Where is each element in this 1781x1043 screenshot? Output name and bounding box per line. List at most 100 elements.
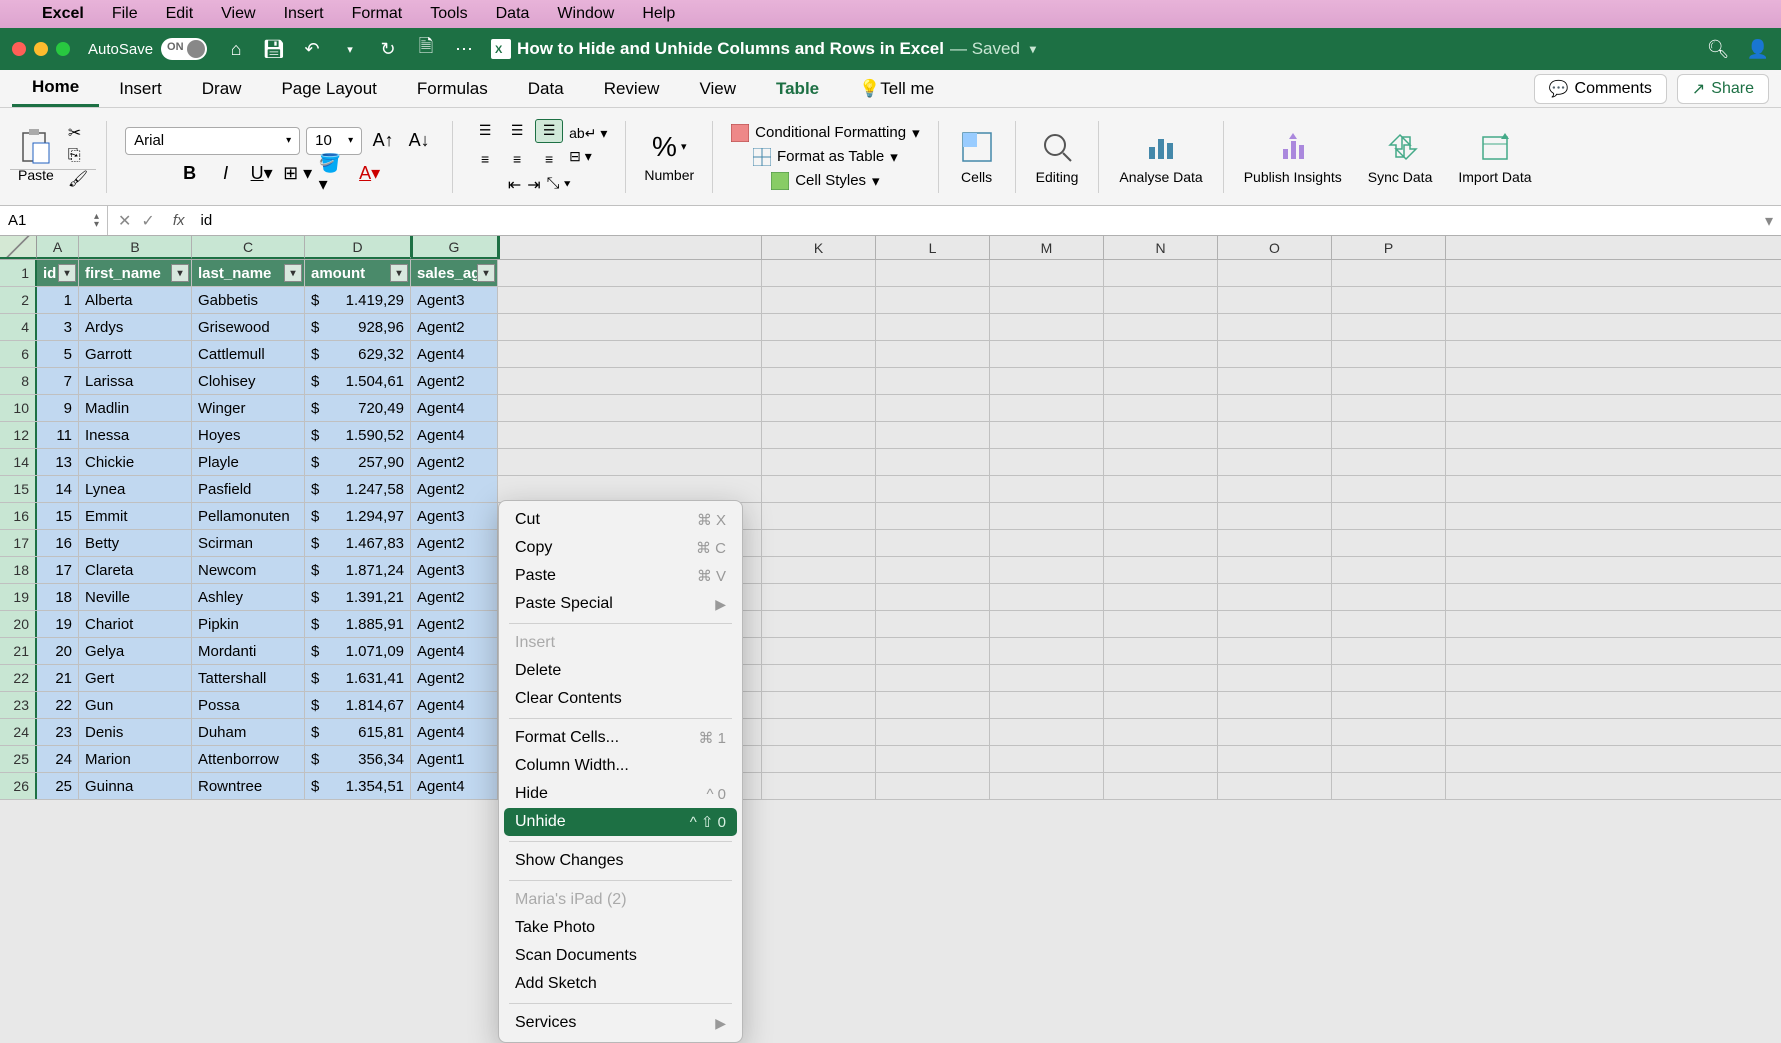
context-menu-item[interactable]: Delete: [499, 657, 742, 685]
filter-dropdown-icon[interactable]: ▾: [58, 264, 76, 282]
row-header[interactable]: 23: [0, 692, 37, 718]
cell[interactable]: Neville: [79, 584, 192, 610]
publish-insights-button[interactable]: Publish Insights: [1234, 129, 1352, 185]
cell[interactable]: [1218, 530, 1332, 556]
cell[interactable]: [498, 395, 762, 421]
context-menu-item[interactable]: Show Changes: [499, 847, 742, 875]
underline-button[interactable]: U ▾: [247, 161, 277, 187]
cell[interactable]: [1104, 746, 1218, 772]
tab-insert[interactable]: Insert: [99, 70, 182, 107]
bold-button[interactable]: B: [175, 161, 205, 187]
cell[interactable]: [498, 449, 762, 475]
cell[interactable]: [990, 746, 1104, 772]
cell[interactable]: Agent1: [411, 746, 498, 772]
cell[interactable]: Agent2: [411, 611, 498, 637]
number-format-icon[interactable]: %: [652, 131, 677, 163]
cell[interactable]: 5: [37, 341, 79, 367]
search-icon[interactable]: 🔍︎: [1707, 38, 1729, 60]
context-menu-item[interactable]: Unhide^ ⇧ 0: [504, 808, 737, 836]
cell[interactable]: [1218, 638, 1332, 664]
cell[interactable]: [990, 638, 1104, 664]
col-header-D[interactable]: D: [305, 236, 411, 259]
tab-view[interactable]: View: [679, 70, 756, 107]
cell[interactable]: [1332, 557, 1446, 583]
context-menu-item[interactable]: Format Cells...⌘ 1: [499, 724, 742, 752]
cut-icon[interactable]: ✂: [68, 123, 88, 143]
cell[interactable]: [1218, 341, 1332, 367]
context-menu-item[interactable]: Services▶: [499, 1009, 742, 1037]
cell[interactable]: Agent3: [411, 287, 498, 313]
table-header-cell[interactable]: id▾: [37, 260, 79, 286]
tab-home[interactable]: Home: [12, 70, 99, 107]
cell[interactable]: [1104, 503, 1218, 529]
cell[interactable]: $257,90: [305, 449, 411, 475]
cell[interactable]: Ashley: [192, 584, 305, 610]
cell[interactable]: [1332, 449, 1446, 475]
cell[interactable]: Clareta: [79, 557, 192, 583]
cell[interactable]: [762, 773, 876, 799]
cell[interactable]: Marion: [79, 746, 192, 772]
row-header[interactable]: 22: [0, 665, 37, 691]
tab-review[interactable]: Review: [584, 70, 680, 107]
minimize-button[interactable]: [34, 42, 48, 56]
cell[interactable]: [762, 341, 876, 367]
cell[interactable]: $356,34: [305, 746, 411, 772]
cell[interactable]: $1.391,21: [305, 584, 411, 610]
cells-button[interactable]: Cells: [949, 129, 1005, 185]
cell[interactable]: 20: [37, 638, 79, 664]
cell[interactable]: [1332, 692, 1446, 718]
cell[interactable]: [990, 395, 1104, 421]
cell[interactable]: Gelya: [79, 638, 192, 664]
cell[interactable]: 21: [37, 665, 79, 691]
cell[interactable]: [762, 503, 876, 529]
table-header-cell[interactable]: last_name▾: [192, 260, 305, 286]
col-header-A[interactable]: A: [37, 236, 79, 259]
menu-tools[interactable]: Tools: [416, 5, 481, 23]
row-header[interactable]: 26: [0, 773, 37, 799]
cell[interactable]: $615,81: [305, 719, 411, 745]
cell[interactable]: Agent4: [411, 638, 498, 664]
cell[interactable]: [876, 449, 990, 475]
cell[interactable]: [1332, 638, 1446, 664]
cell[interactable]: Denis: [79, 719, 192, 745]
cell[interactable]: Agent4: [411, 719, 498, 745]
cell[interactable]: [876, 692, 990, 718]
cell[interactable]: 3: [37, 314, 79, 340]
cell[interactable]: Agent4: [411, 692, 498, 718]
context-menu-item[interactable]: Cut⌘ X: [499, 506, 742, 534]
cell[interactable]: [1332, 287, 1446, 313]
context-menu-item[interactable]: Clear Contents: [499, 685, 742, 713]
menu-format[interactable]: Format: [338, 5, 417, 23]
cell[interactable]: Rowntree: [192, 773, 305, 799]
cell[interactable]: [498, 422, 762, 448]
cell[interactable]: Guinna: [79, 773, 192, 799]
cell[interactable]: [1104, 719, 1218, 745]
menu-app[interactable]: Excel: [28, 5, 98, 23]
autosave-toggle[interactable]: AutoSave: [88, 38, 207, 60]
cell[interactable]: 16: [37, 530, 79, 556]
more-icon[interactable]: ⋯: [453, 38, 475, 60]
cell[interactable]: $1.504,61: [305, 368, 411, 394]
cell[interactable]: [1218, 773, 1332, 799]
cell[interactable]: Agent2: [411, 530, 498, 556]
formula-input[interactable]: id: [192, 212, 1757, 229]
cell[interactable]: [1332, 503, 1446, 529]
tab-formulas[interactable]: Formulas: [397, 70, 508, 107]
cell[interactable]: [498, 341, 762, 367]
cell[interactable]: $1.885,91: [305, 611, 411, 637]
size-selector[interactable]: 10▾: [306, 127, 362, 155]
cell[interactable]: Agent2: [411, 665, 498, 691]
cell[interactable]: [1218, 395, 1332, 421]
context-menu-item[interactable]: Scan Documents: [499, 942, 742, 970]
cell[interactable]: $1.590,52: [305, 422, 411, 448]
cell[interactable]: 24: [37, 746, 79, 772]
cell[interactable]: [762, 449, 876, 475]
print-icon[interactable]: 🗎: [415, 38, 437, 60]
cell[interactable]: [1218, 260, 1332, 286]
cell[interactable]: [1218, 557, 1332, 583]
cell[interactable]: [1218, 584, 1332, 610]
cell[interactable]: Agent4: [411, 395, 498, 421]
cell[interactable]: [762, 368, 876, 394]
cell[interactable]: Betty: [79, 530, 192, 556]
cell[interactable]: Tattershall: [192, 665, 305, 691]
